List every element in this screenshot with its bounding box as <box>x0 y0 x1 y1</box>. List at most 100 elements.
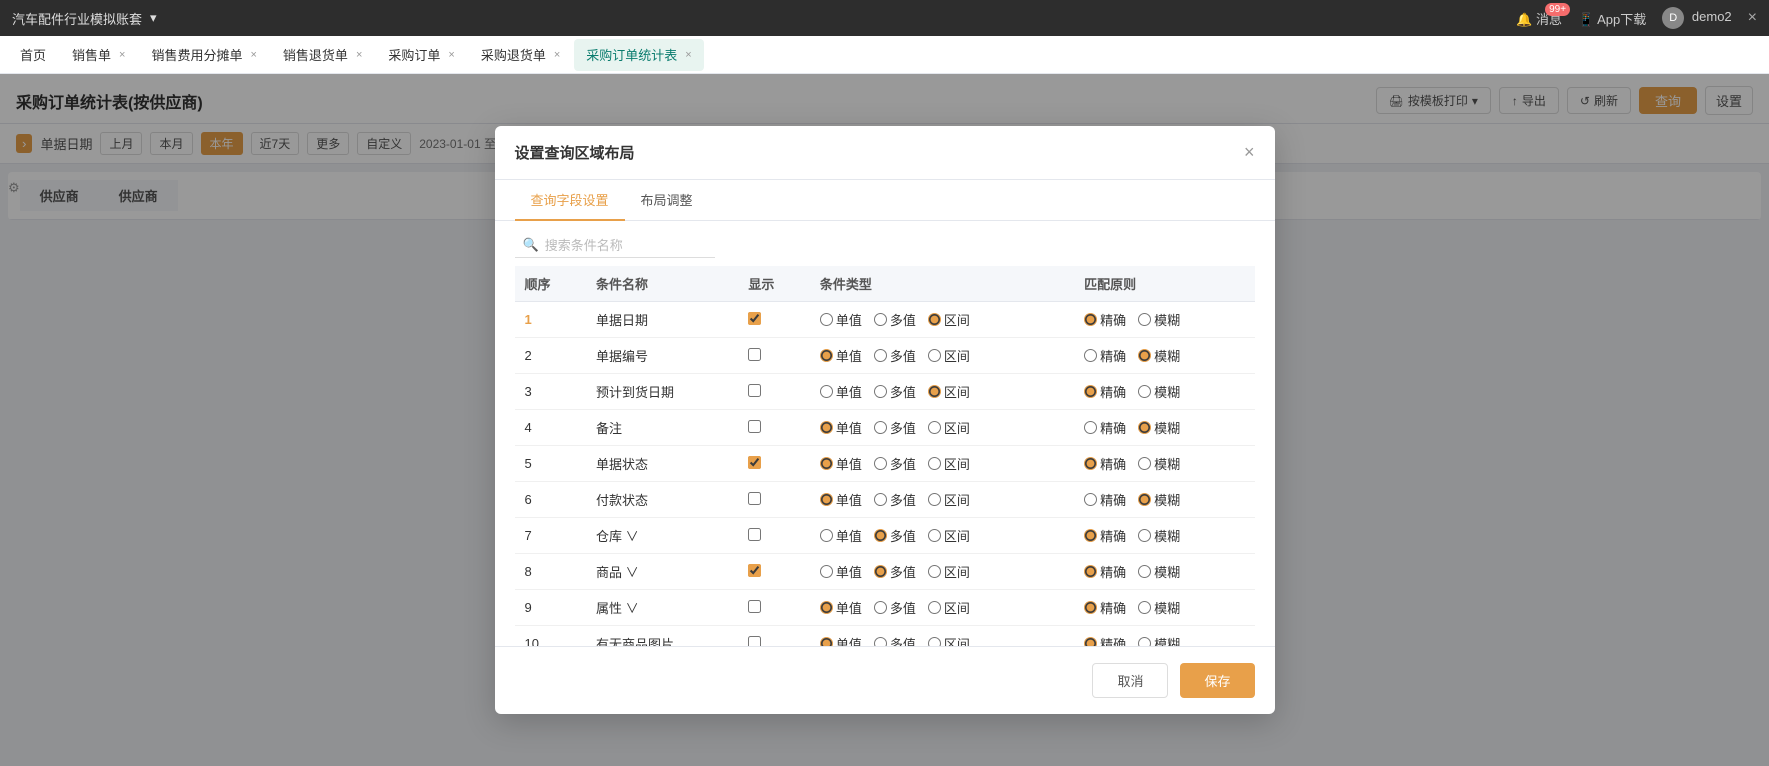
tab-purchase-return[interactable]: 采购退货单 × <box>469 39 572 71</box>
type-option-区间[interactable]: 区间 <box>928 310 970 329</box>
type-radio-区间[interactable] <box>928 421 941 434</box>
match-radio-精确[interactable] <box>1084 349 1097 362</box>
tab-sales-order-close[interactable]: × <box>119 49 125 61</box>
type-option-多值[interactable]: 多值 <box>874 382 916 401</box>
display-checkbox[interactable] <box>748 564 761 577</box>
display-checkbox[interactable] <box>748 492 761 505</box>
match-radio-模糊[interactable] <box>1138 385 1151 398</box>
topbar-close[interactable]: × <box>1748 9 1757 27</box>
match-radio-精确[interactable] <box>1084 385 1097 398</box>
type-radio-单值[interactable] <box>820 601 833 614</box>
display-checkbox[interactable] <box>748 348 761 361</box>
save-button[interactable]: 保存 <box>1180 663 1254 698</box>
type-radio-区间[interactable] <box>928 457 941 470</box>
tab-purchase-order[interactable]: 采购订单 × <box>376 39 466 71</box>
match-option-精确[interactable]: 精确 <box>1084 346 1126 365</box>
match-option-模糊[interactable]: 模糊 <box>1138 490 1180 509</box>
type-radio-区间[interactable] <box>928 637 941 646</box>
type-option-区间[interactable]: 区间 <box>928 382 970 401</box>
tab-purchase-return-close[interactable]: × <box>554 49 560 61</box>
tab-sales-expense[interactable]: 销售费用分摊单 × <box>139 39 268 71</box>
type-radio-区间[interactable] <box>928 601 941 614</box>
display-checkbox[interactable] <box>748 384 761 397</box>
type-option-多值[interactable]: 多值 <box>874 562 916 581</box>
type-option-多值[interactable]: 多值 <box>874 418 916 437</box>
dropdown-icon[interactable]: ▾ <box>150 10 157 26</box>
type-option-区间[interactable]: 区间 <box>928 490 970 509</box>
type-radio-多值[interactable] <box>874 493 887 506</box>
type-radio-单值[interactable] <box>820 565 833 578</box>
tab-purchase-stats[interactable]: 采购订单统计表 × <box>574 39 703 71</box>
tab-purchase-order-close[interactable]: × <box>448 49 454 61</box>
match-radio-精确[interactable] <box>1084 601 1097 614</box>
type-radio-单值[interactable] <box>820 385 833 398</box>
type-radio-多值[interactable] <box>874 349 887 362</box>
type-option-单值[interactable]: 单值 <box>820 598 862 617</box>
type-option-区间[interactable]: 区间 <box>928 418 970 437</box>
type-radio-区间[interactable] <box>928 529 941 542</box>
tab-sales-order[interactable]: 销售单 × <box>60 39 137 71</box>
type-radio-多值[interactable] <box>874 601 887 614</box>
match-option-模糊[interactable]: 模糊 <box>1138 634 1180 646</box>
match-option-模糊[interactable]: 模糊 <box>1138 418 1180 437</box>
type-radio-区间[interactable] <box>928 313 941 326</box>
match-option-模糊[interactable]: 模糊 <box>1138 346 1180 365</box>
tab-home[interactable]: 首页 <box>8 39 58 71</box>
match-option-模糊[interactable]: 模糊 <box>1138 310 1180 329</box>
type-radio-单值[interactable] <box>820 457 833 470</box>
type-option-单值[interactable]: 单值 <box>820 382 862 401</box>
match-radio-模糊[interactable] <box>1138 313 1151 326</box>
match-radio-模糊[interactable] <box>1138 565 1151 578</box>
type-option-多值[interactable]: 多值 <box>874 454 916 473</box>
type-radio-多值[interactable] <box>874 529 887 542</box>
match-radio-精确[interactable] <box>1084 457 1097 470</box>
match-radio-精确[interactable] <box>1084 565 1097 578</box>
match-option-精确[interactable]: 精确 <box>1084 418 1126 437</box>
match-option-精确[interactable]: 精确 <box>1084 490 1126 509</box>
type-option-区间[interactable]: 区间 <box>928 598 970 617</box>
match-radio-模糊[interactable] <box>1138 457 1151 470</box>
modal-close-button[interactable]: × <box>1244 142 1255 163</box>
type-option-多值[interactable]: 多值 <box>874 598 916 617</box>
match-option-精确[interactable]: 精确 <box>1084 382 1126 401</box>
type-option-区间[interactable]: 区间 <box>928 346 970 365</box>
match-option-精确[interactable]: 精确 <box>1084 454 1126 473</box>
tab-sales-return-close[interactable]: × <box>356 49 362 61</box>
match-option-模糊[interactable]: 模糊 <box>1138 562 1180 581</box>
match-option-精确[interactable]: 精确 <box>1084 562 1126 581</box>
match-option-模糊[interactable]: 模糊 <box>1138 454 1180 473</box>
type-radio-多值[interactable] <box>874 457 887 470</box>
match-radio-模糊[interactable] <box>1138 493 1151 506</box>
display-checkbox[interactable] <box>748 420 761 433</box>
display-checkbox[interactable] <box>748 312 761 325</box>
type-option-多值[interactable]: 多值 <box>874 634 916 646</box>
type-option-单值[interactable]: 单值 <box>820 634 862 646</box>
type-option-单值[interactable]: 单值 <box>820 310 862 329</box>
type-radio-区间[interactable] <box>928 385 941 398</box>
modal-tab-fields[interactable]: 查询字段设置 <box>515 180 625 221</box>
display-checkbox[interactable] <box>748 528 761 541</box>
match-option-精确[interactable]: 精确 <box>1084 310 1126 329</box>
type-option-区间[interactable]: 区间 <box>928 634 970 646</box>
match-option-精确[interactable]: 精确 <box>1084 634 1126 646</box>
type-option-多值[interactable]: 多值 <box>874 346 916 365</box>
type-option-单值[interactable]: 单值 <box>820 562 862 581</box>
match-option-模糊[interactable]: 模糊 <box>1138 598 1180 617</box>
tab-purchase-stats-close[interactable]: × <box>685 49 691 61</box>
type-radio-单值[interactable] <box>820 313 833 326</box>
modal-tab-layout[interactable]: 布局调整 <box>625 180 709 221</box>
type-radio-多值[interactable] <box>874 385 887 398</box>
type-option-单值[interactable]: 单值 <box>820 454 862 473</box>
notification-area[interactable]: 🔔 消息 99+ <box>1516 9 1562 28</box>
cancel-button[interactable]: 取消 <box>1092 663 1168 698</box>
search-input[interactable] <box>545 238 705 253</box>
app-download-area[interactable]: 📱 App下载 <box>1578 9 1646 28</box>
type-radio-区间[interactable] <box>928 349 941 362</box>
display-checkbox[interactable] <box>748 600 761 613</box>
type-radio-单值[interactable] <box>820 637 833 646</box>
type-option-区间[interactable]: 区间 <box>928 526 970 545</box>
match-option-精确[interactable]: 精确 <box>1084 598 1126 617</box>
type-option-区间[interactable]: 区间 <box>928 562 970 581</box>
match-radio-模糊[interactable] <box>1138 529 1151 542</box>
type-option-单值[interactable]: 单值 <box>820 526 862 545</box>
